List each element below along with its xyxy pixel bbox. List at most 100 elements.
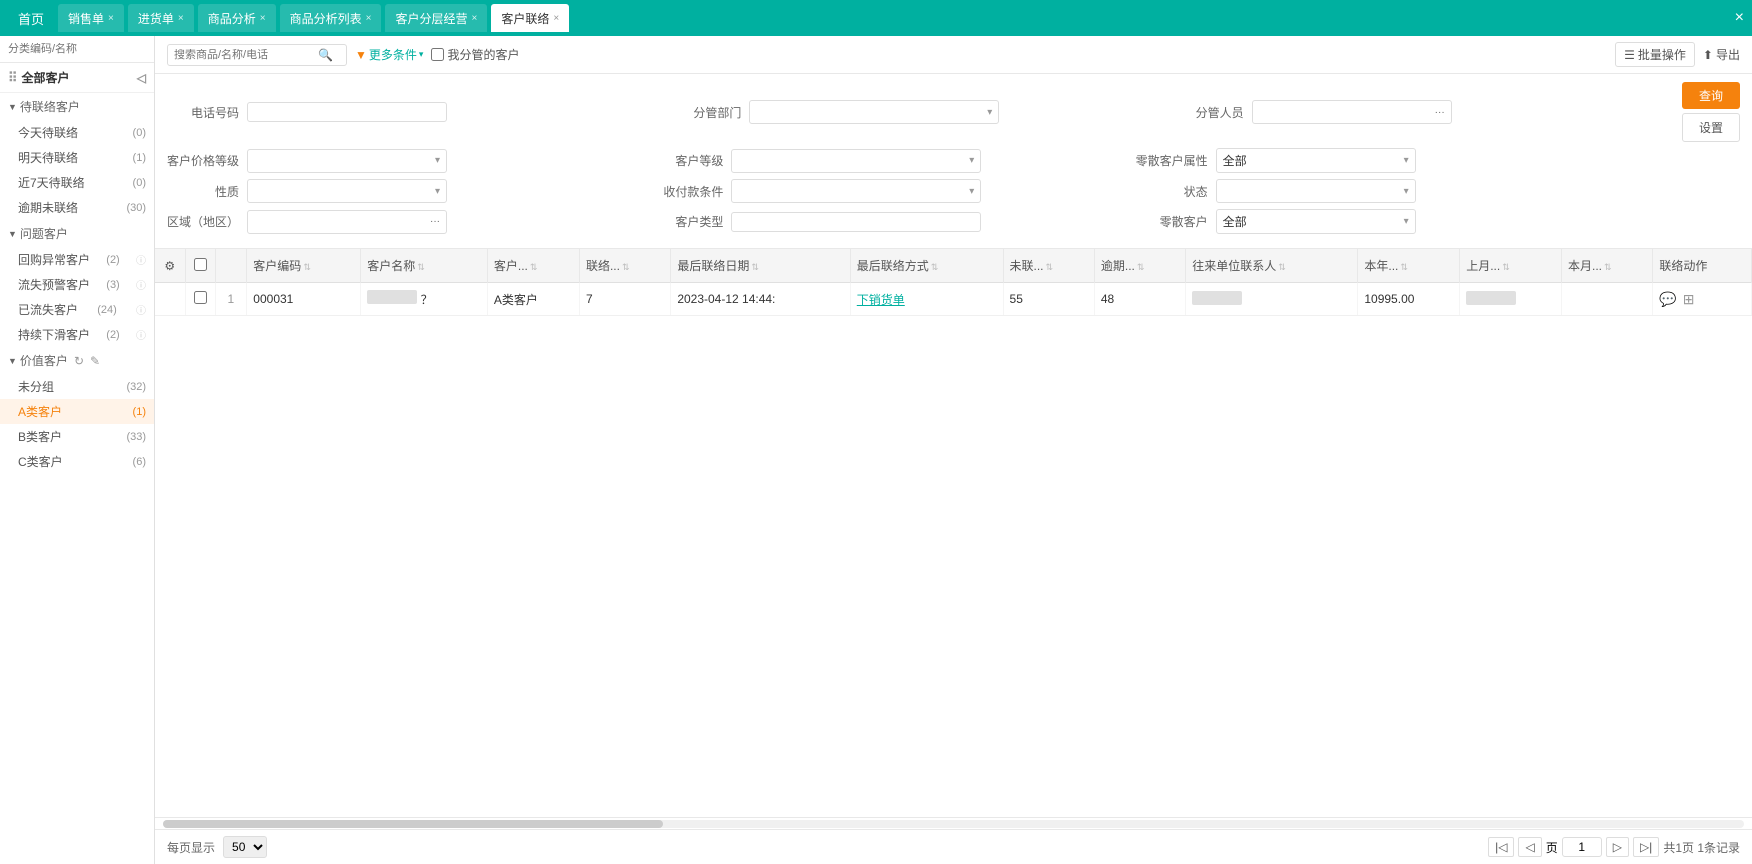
th-this-year[interactable]: 本年...⇅ xyxy=(1358,249,1460,283)
sidebar-item-churned[interactable]: 已流失客户 (24) ⓘ xyxy=(0,297,154,322)
th-checkbox[interactable] xyxy=(185,249,215,283)
sidebar-collapse-icon[interactable]: ◁ xyxy=(137,71,146,85)
next-page-btn[interactable]: ▷ xyxy=(1606,837,1629,857)
setting-button[interactable]: 设置 xyxy=(1682,113,1740,142)
arrow-down-icon: ▼ xyxy=(8,229,17,239)
chevron-down-icon: ▾ xyxy=(969,186,974,197)
query-button[interactable]: 查询 xyxy=(1682,82,1740,109)
chevron-down-icon: ▾ xyxy=(1404,216,1409,227)
sidebar-search-input[interactable] xyxy=(8,43,150,55)
sidebar-item-overdue[interactable]: 逾期未联络 (30) xyxy=(0,195,154,220)
filter-row-2: 客户价格等级 ▾ 客户等级 ▾ 零散客户属性 全部 xyxy=(167,148,1740,173)
dept-select[interactable]: ▾ xyxy=(749,100,999,124)
close-all-icon[interactable]: × xyxy=(1735,9,1744,27)
nature-select[interactable]: ▾ xyxy=(247,179,447,203)
retail-attr-select[interactable]: 全部 ▾ xyxy=(1216,148,1416,173)
sidebar-item-today[interactable]: 今天待联络 (0) xyxy=(0,120,154,145)
phone-input[interactable] xyxy=(247,102,447,122)
th-last-month[interactable]: 上月...⇅ xyxy=(1460,249,1562,283)
th-no-contact[interactable]: 未联...⇅ xyxy=(1003,249,1094,283)
page-size-select[interactable]: 50 xyxy=(223,836,267,858)
th-this-month[interactable]: 本月...⇅ xyxy=(1561,249,1652,283)
first-page-btn[interactable]: |◁ xyxy=(1488,837,1514,857)
filter-field-price-level: 客户价格等级 ▾ xyxy=(167,149,651,173)
th-gear[interactable]: ⚙ xyxy=(155,249,185,283)
last-method-link[interactable]: 下销货单 xyxy=(857,293,905,307)
customer-level-select[interactable]: ▾ xyxy=(731,149,981,173)
scrollbar-thumb[interactable] xyxy=(163,820,663,828)
status-select[interactable]: ▾ xyxy=(1216,179,1416,203)
horizontal-scrollbar[interactable] xyxy=(155,817,1752,829)
prev-page-btn[interactable]: ◁ xyxy=(1518,837,1541,857)
chat-icon[interactable]: 💬 xyxy=(1659,291,1676,308)
name-blurred xyxy=(367,290,417,304)
sort-icon: ⇅ xyxy=(1046,262,1054,272)
filter-panel: 电话号码 分管部门 ▾ 分管人员 ··· xyxy=(155,74,1752,249)
sidebar-item-class-c[interactable]: C类客户 (6) xyxy=(0,449,154,474)
region-select[interactable]: ··· xyxy=(247,210,447,234)
close-icon[interactable]: × xyxy=(471,13,477,24)
close-icon[interactable]: × xyxy=(366,13,372,24)
action-icons: 💬 ⊞ xyxy=(1659,291,1745,308)
th-last-method[interactable]: 最后联络方式⇅ xyxy=(850,249,1003,283)
close-icon[interactable]: × xyxy=(108,13,114,24)
td-no-contact: 55 xyxy=(1003,283,1094,316)
sidebar-item-7days[interactable]: 近7天待联络 (0) xyxy=(0,170,154,195)
nav-tab-purchase[interactable]: 进货单 × xyxy=(128,4,194,32)
customer-type-input[interactable] xyxy=(731,212,981,232)
nav-tab-customer-mgmt[interactable]: 客户分层经营 × xyxy=(385,4,487,32)
th-unit-contact[interactable]: 往来单位联系人⇅ xyxy=(1186,249,1358,283)
batch-op-btn[interactable]: ☰ 批量操作 xyxy=(1615,42,1695,67)
retail-select[interactable]: 全部 ▾ xyxy=(1216,209,1416,234)
refresh-icon[interactable]: ↻ xyxy=(74,354,84,368)
sidebar-section-problem[interactable]: ▼ 问题客户 xyxy=(0,220,154,247)
info-icon: ⓘ xyxy=(136,252,146,267)
last-page-btn[interactable]: ▷| xyxy=(1633,837,1659,857)
td-checkbox[interactable] xyxy=(185,283,215,316)
select-all-checkbox[interactable] xyxy=(194,258,207,271)
th-overdue[interactable]: 逾期...⇅ xyxy=(1094,249,1185,283)
sidebar-item-declining[interactable]: 持续下滑客户 (2) ⓘ xyxy=(0,322,154,347)
sidebar-item-class-a[interactable]: A类客户 (1) xyxy=(0,399,154,424)
nav-tab-customer-contact[interactable]: 客户联络 × xyxy=(491,4,569,32)
sidebar-all-customers[interactable]: ⠿ 全部客户 ◁ xyxy=(0,63,154,93)
sidebar-item-class-b[interactable]: B类客户 (33) xyxy=(0,424,154,449)
close-icon[interactable]: × xyxy=(178,13,184,24)
filter-field-nature: 性质 ▾ xyxy=(167,179,651,203)
my-customers-checkbox[interactable]: 我分管的客户 xyxy=(431,46,519,63)
filter-search-input[interactable] xyxy=(174,49,314,61)
payment-select[interactable]: ▾ xyxy=(731,179,981,203)
nav-tab-sales[interactable]: 销售单 × xyxy=(58,4,124,32)
manager-input[interactable]: ··· xyxy=(1252,100,1452,124)
filter-field-region: 区域（地区） ··· xyxy=(167,210,651,234)
sidebar-section-pending[interactable]: ▼ 待联络客户 xyxy=(0,93,154,120)
th-last-date[interactable]: 最后联络日期⇅ xyxy=(671,249,850,283)
close-icon[interactable]: × xyxy=(260,13,266,24)
sidebar-item-unclassified[interactable]: 未分组 (32) xyxy=(0,374,154,399)
price-level-select[interactable]: ▾ xyxy=(247,149,447,173)
row-checkbox[interactable] xyxy=(194,291,207,304)
export-btn[interactable]: ⬆ 导出 xyxy=(1703,46,1740,63)
sidebar-section-value[interactable]: ▼ 价值客户 ↻ ✎ xyxy=(0,347,154,374)
nav-tab-analysis-list[interactable]: 商品分析列表 × xyxy=(280,4,382,32)
sidebar-item-churn-warning[interactable]: 流失预警客户 (3) ⓘ xyxy=(0,272,154,297)
th-name[interactable]: 客户名称⇅ xyxy=(361,249,488,283)
qr-icon[interactable]: ⊞ xyxy=(1683,291,1695,308)
th-level[interactable]: 客户...⇅ xyxy=(487,249,579,283)
sidebar-item-tomorrow[interactable]: 明天待联络 (1) xyxy=(0,145,154,170)
filter-more-btn[interactable]: ▼ 更多条件 ▾ xyxy=(355,46,423,63)
sidebar-item-repurchase-abnormal[interactable]: 回购异常客户 (2) ⓘ xyxy=(0,247,154,272)
search-icon[interactable]: 🔍 xyxy=(318,48,333,62)
nav-home[interactable]: 首页 xyxy=(8,9,54,28)
nav-tab-analysis[interactable]: 商品分析 × xyxy=(198,4,276,32)
th-code[interactable]: 客户编码⇅ xyxy=(247,249,361,283)
td-last-method[interactable]: 下销货单 xyxy=(850,283,1003,316)
info-icon: ⓘ xyxy=(136,277,146,292)
close-icon[interactable]: × xyxy=(553,13,559,24)
edit-icon[interactable]: ✎ xyxy=(90,354,100,368)
th-num xyxy=(215,249,247,283)
page-input[interactable] xyxy=(1562,837,1602,857)
th-contact[interactable]: 联络...⇅ xyxy=(579,249,670,283)
td-name-question: ？ xyxy=(421,293,433,307)
my-customers-check[interactable] xyxy=(431,48,444,61)
